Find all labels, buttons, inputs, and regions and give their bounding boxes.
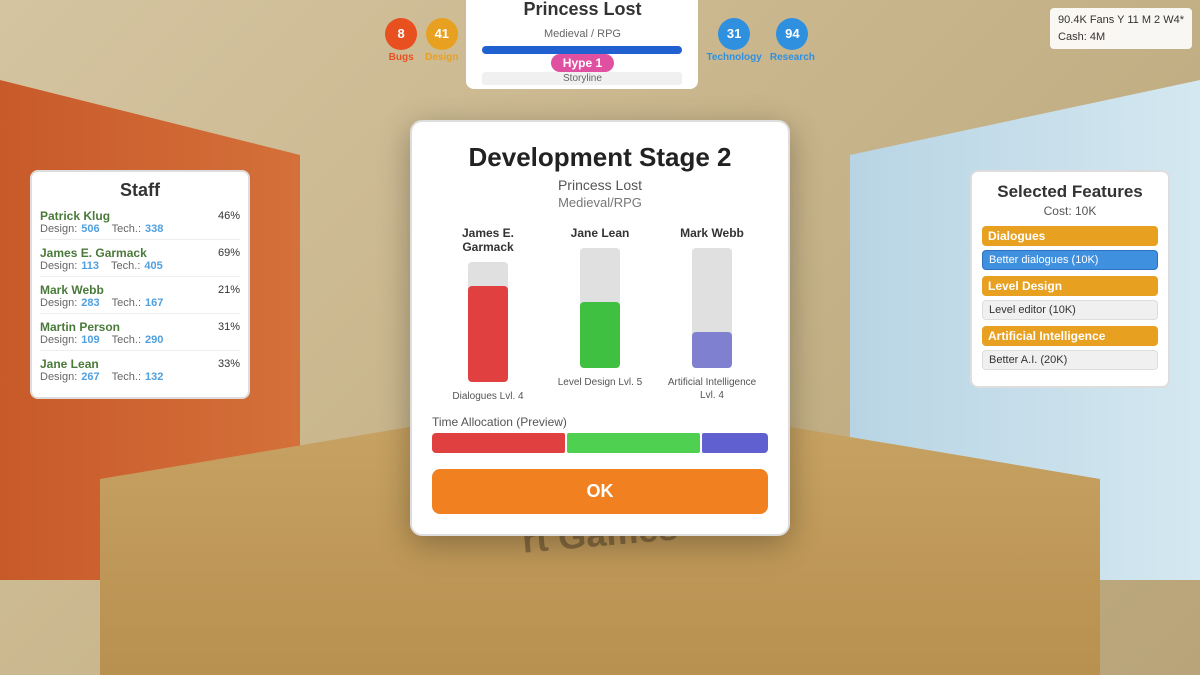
tech-label: Tech.: — [112, 297, 141, 309]
time-alloc-bar — [432, 433, 768, 453]
staff-name: Martin Person — [40, 320, 120, 334]
tech-val: 338 — [145, 223, 163, 235]
bar-staff-name: Jane Lean — [571, 226, 630, 240]
design-label: Design: — [40, 260, 77, 272]
design-label: Design: — [40, 334, 77, 346]
research-badge: 94 — [776, 18, 808, 50]
technology-label: Technology — [706, 52, 761, 63]
bar-fill — [468, 286, 508, 382]
tech-val: 290 — [145, 334, 163, 346]
design-val: 267 — [81, 371, 99, 383]
staff-name: Jane Lean — [40, 357, 99, 371]
design-label: Design: — [40, 223, 77, 235]
staff-percent: 46% — [218, 210, 240, 222]
design-label: Design: — [40, 371, 77, 383]
features-title: Selected Features — [982, 182, 1158, 202]
feature-category-1[interactable]: Level Design — [982, 276, 1158, 296]
time-seg-green — [567, 433, 700, 453]
design-val: 283 — [81, 297, 99, 309]
staff-member-2: Mark Webb 21% Design: 283 Tech.: 167 — [40, 283, 240, 314]
tech-label: Tech.: — [112, 334, 141, 346]
tech-label: Tech.: — [112, 371, 141, 383]
time-alloc-label: Time Allocation (Preview) — [432, 415, 768, 429]
design-label: Design — [425, 52, 458, 63]
staff-list: Patrick Klug 46% Design: 506 Tech.: 338 … — [40, 209, 240, 383]
hype-badge: Hype 1 — [551, 54, 614, 72]
design-val: 506 — [81, 223, 99, 235]
bar-fill — [692, 332, 732, 368]
dev-stage-modal: Development Stage 2 Princess Lost Mediev… — [410, 120, 790, 536]
bugs-badge: 8 — [385, 18, 417, 50]
bugs-label: Bugs — [389, 52, 414, 63]
staff-member-3: Martin Person 31% Design: 109 Tech.: 290 — [40, 320, 240, 351]
game-title: Princess Lost — [482, 0, 682, 24]
time-seg-blue — [702, 433, 768, 453]
features-panel: Selected Features Cost: 10K Dialogues Bet… — [970, 170, 1170, 388]
staff-percent: 69% — [218, 247, 240, 259]
features-cost: Cost: 10K — [982, 204, 1158, 218]
bar-label: Artificial Intelligence Lvl. 4 — [667, 376, 757, 402]
staff-bar-col-0: James E. Garmack Dialogues Lvl. 4 — [443, 226, 533, 403]
feature-category-0[interactable]: Dialogues — [982, 226, 1158, 246]
bar-staff-name: James E. Garmack — [443, 226, 533, 254]
bar-staff-name: Mark Webb — [680, 226, 744, 240]
feature-category-2[interactable]: Artificial Intelligence — [982, 326, 1158, 346]
bar-container — [468, 262, 508, 382]
staff-title: Staff — [40, 180, 240, 201]
tech-label: Tech.: — [112, 223, 141, 235]
design-val: 109 — [81, 334, 99, 346]
feature-item-0-0[interactable]: Better dialogues (10K) — [982, 250, 1158, 270]
staff-panel: Staff Patrick Klug 46% Design: 506 Tech.… — [30, 170, 250, 399]
tech-val: 132 — [145, 371, 163, 383]
storyline-label: Storyline — [482, 72, 682, 85]
staff-name: James E. Garmack — [40, 246, 147, 260]
bar-container — [692, 248, 732, 368]
staff-percent: 31% — [218, 321, 240, 333]
bar-container — [580, 248, 620, 368]
bar-label: Dialogues Lvl. 4 — [452, 390, 523, 403]
design-badge: 41 — [426, 18, 458, 50]
design-progress-bar — [482, 46, 682, 54]
modal-genre: Medieval/RPG — [432, 195, 768, 210]
staff-name: Mark Webb — [40, 283, 104, 297]
feature-item-1-0[interactable]: Level editor (10K) — [982, 300, 1158, 320]
game-genre: Medieval / RPG — [482, 24, 682, 44]
technology-badge: 31 — [718, 18, 750, 50]
staff-bar-col-2: Mark Webb Artificial Intelligence Lvl. 4 — [667, 226, 757, 403]
bar-fill — [580, 302, 620, 368]
staff-member-4: Jane Lean 33% Design: 267 Tech.: 132 — [40, 357, 240, 383]
staff-percent: 33% — [218, 358, 240, 370]
hud-game-info: Princess Lost Medieval / RPG Hype 1 Stor… — [466, 0, 698, 89]
staff-member-0: Patrick Klug 46% Design: 506 Tech.: 338 — [40, 209, 240, 240]
staff-bar-col-1: Jane Lean Level Design Lvl. 5 — [555, 226, 645, 403]
tech-val: 167 — [145, 297, 163, 309]
features-list: Dialogues Better dialogues (10K) Level Des… — [982, 226, 1158, 370]
ok-button[interactable]: OK — [432, 469, 768, 514]
bar-label: Level Design Lvl. 5 — [558, 376, 643, 389]
feature-item-2-0[interactable]: Better A.I. (20K) — [982, 350, 1158, 370]
modal-title: Development Stage 2 — [432, 142, 768, 173]
staff-name: Patrick Klug — [40, 209, 110, 223]
design-val: 113 — [81, 260, 99, 272]
hud-top: 8 Bugs 41 Design Princess Lost Medieval … — [0, 0, 1200, 80]
tech-val: 405 — [144, 260, 162, 272]
staff-bars-row: James E. Garmack Dialogues Lvl. 4 Jane L… — [432, 226, 768, 403]
staff-percent: 21% — [218, 284, 240, 296]
tech-label: Tech.: — [111, 260, 140, 272]
time-alloc-section: Time Allocation (Preview) — [432, 415, 768, 453]
staff-member-1: James E. Garmack 69% Design: 113 Tech.: … — [40, 246, 240, 277]
research-label: Research — [770, 52, 815, 63]
time-seg-red — [432, 433, 565, 453]
design-label: Design: — [40, 297, 77, 309]
modal-subtitle: Princess Lost — [432, 177, 768, 193]
